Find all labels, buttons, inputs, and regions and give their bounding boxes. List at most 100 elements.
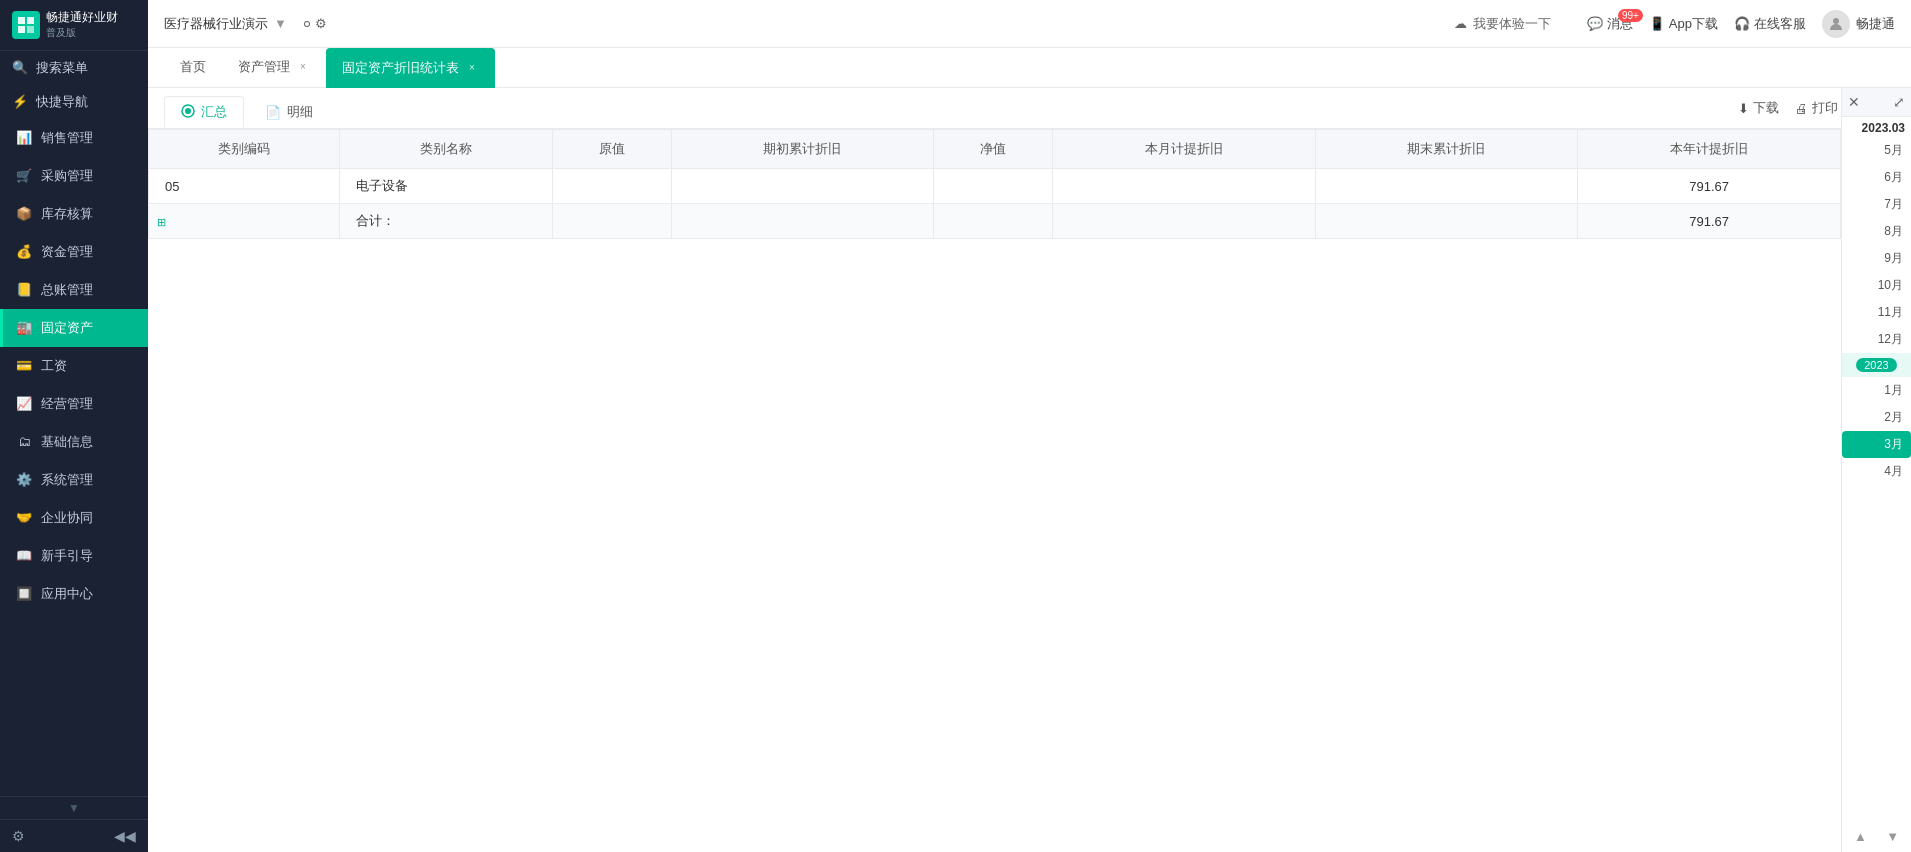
tab-asset-mgmt[interactable]: 资产管理 ×	[222, 48, 326, 88]
sidebar-search[interactable]: 🔍 搜索菜单	[0, 51, 148, 85]
basic-info-icon: 🗂	[15, 433, 33, 451]
date-item-11[interactable]: 11月	[1842, 299, 1911, 326]
col-header-monthly-depreciation: 本月计提折旧	[1053, 130, 1316, 169]
col-header-period-end-depreciation: 期末累计折旧	[1315, 130, 1578, 169]
logo-icon	[12, 11, 40, 39]
tab-depreciation-close[interactable]: ×	[465, 61, 479, 75]
sidebar-item-enterprise[interactable]: 🤝 企业协同	[0, 499, 148, 537]
year-2023-header[interactable]: 2023	[1842, 353, 1911, 377]
sub-tab-detail[interactable]: 📄 明细	[248, 96, 330, 128]
download-btn[interactable]: 📱 App下载	[1649, 15, 1718, 33]
collapse-button[interactable]: ◀◀	[114, 828, 136, 844]
date-item-12[interactable]: 12月	[1842, 326, 1911, 353]
date-list: 5月 6月 7月 8月 9月 10月 11月 12月 2023 1月 2月 3月…	[1842, 137, 1911, 852]
summary-tab-icon	[181, 104, 195, 121]
sub-tab-summary[interactable]: 汇总	[164, 96, 244, 128]
date-item-5[interactable]: 5月	[1842, 137, 1911, 164]
date-item-2023-3[interactable]: 3月	[1842, 431, 1911, 458]
sidebar-item-label: 工资	[41, 357, 67, 375]
summary-ytd-depreciation: 791.67	[1578, 204, 1841, 239]
message-icon: 💬	[1587, 16, 1603, 31]
sub-tabs: 汇总 📄 明细 ⬇ 下载 🖨 打印 ↻ 刷新	[148, 88, 1911, 129]
cell-category-code: 05	[149, 169, 340, 204]
sidebar-item-system[interactable]: ⚙️ 系统管理	[0, 461, 148, 499]
user-menu[interactable]: 畅捷通	[1822, 10, 1895, 38]
download-action-btn[interactable]: ⬇ 下载	[1738, 99, 1779, 117]
print-action-label: 打印	[1812, 99, 1838, 117]
date-item-7[interactable]: 7月	[1842, 191, 1911, 218]
sidebar-nav: 📊 销售管理 🛒 采购管理 📦 库存核算 💰 资金管理 📒 总账管理 🏭 固定资…	[0, 119, 148, 796]
date-nav-up[interactable]: ▲	[1850, 825, 1871, 848]
date-item-2023-2[interactable]: 2月	[1842, 404, 1911, 431]
panel-close-btn[interactable]: ✕	[1848, 94, 1860, 110]
sidebar-item-guide[interactable]: 📖 新手引导	[0, 537, 148, 575]
app-center-icon: 🔲	[15, 585, 33, 603]
sidebar-item-app-center[interactable]: 🔲 应用中心	[0, 575, 148, 613]
company-selector[interactable]: 医疗器械行业演示 ▼	[164, 15, 287, 33]
quicknav-label: 快捷导航	[36, 93, 88, 111]
print-action-btn[interactable]: 🖨 打印	[1795, 99, 1838, 117]
summary-row: ⊞ 合计： 791.67	[149, 204, 1841, 239]
user-avatar	[1822, 10, 1850, 38]
logo-area: 畅捷通好业财 普及版	[0, 0, 148, 51]
summary-icon: ⊞	[149, 204, 340, 239]
sidebar-quicknav[interactable]: ⚡ 快捷导航	[0, 85, 148, 119]
date-item-10[interactable]: 10月	[1842, 272, 1911, 299]
content-area: 汇总 📄 明细 ⬇ 下载 🖨 打印 ↻ 刷新	[148, 88, 1911, 852]
date-item-8[interactable]: 8月	[1842, 218, 1911, 245]
sidebar-item-basic-info[interactable]: 🗂 基础信息	[0, 423, 148, 461]
sidebar-item-ledger[interactable]: 📒 总账管理	[0, 271, 148, 309]
tab-depreciation-label: 固定资产折旧统计表	[342, 59, 459, 77]
scroll-down-arrow[interactable]: ▼	[68, 801, 80, 815]
sidebar-item-label: 应用中心	[41, 585, 93, 603]
payroll-icon: 💳	[15, 357, 33, 375]
sidebar-item-operations[interactable]: 📈 经营管理	[0, 385, 148, 423]
print-action-icon: 🖨	[1795, 101, 1808, 116]
sub-tab-detail-label: 明细	[287, 103, 313, 121]
sidebar-item-sales[interactable]: 📊 销售管理	[0, 119, 148, 157]
operations-icon: 📈	[15, 395, 33, 413]
sidebar-item-purchase[interactable]: 🛒 采购管理	[0, 157, 148, 195]
app-title: 畅捷通好业财	[46, 10, 118, 26]
tab-asset-mgmt-close[interactable]: ×	[296, 60, 310, 74]
sidebar-footer: ⚙ ◀◀	[0, 819, 148, 852]
experience-btn[interactable]: ☁ 我要体验一下	[1446, 11, 1559, 37]
sidebar-item-payroll[interactable]: 💳 工资	[0, 347, 148, 385]
sidebar-item-label: 新手引导	[41, 547, 93, 565]
tab-home[interactable]: 首页	[164, 48, 222, 88]
date-item-9[interactable]: 9月	[1842, 245, 1911, 272]
cell-ytd-depreciation: 791.67	[1578, 169, 1841, 204]
sidebar-item-fixed-assets[interactable]: 🏭 固定资产	[0, 309, 148, 347]
cell-category-name: 电子设备	[339, 169, 552, 204]
sidebar: 畅捷通好业财 普及版 🔍 搜索菜单 ⚡ 快捷导航 📊 销售管理 🛒 采购管理 📦…	[0, 0, 148, 852]
current-period-label: 2023.03	[1842, 117, 1911, 137]
sidebar-item-finance[interactable]: 💰 资金管理	[0, 233, 148, 271]
panel-expand-btn[interactable]: ⤢	[1893, 94, 1905, 110]
enterprise-icon: 🤝	[15, 509, 33, 527]
sub-tab-summary-label: 汇总	[201, 103, 227, 121]
date-item-6[interactable]: 6月	[1842, 164, 1911, 191]
date-nav-down[interactable]: ▼	[1882, 825, 1903, 848]
sidebar-item-label: 基础信息	[41, 433, 93, 451]
sidebar-item-label: 企业协同	[41, 509, 93, 527]
svg-point-4	[1833, 18, 1839, 24]
date-item-2023-1[interactable]: 1月	[1842, 377, 1911, 404]
cell-accumulated-depreciation	[671, 169, 934, 204]
col-header-category-name: 类别名称	[339, 130, 552, 169]
sidebar-item-inventory[interactable]: 📦 库存核算	[0, 195, 148, 233]
quicknav-icon: ⚡	[12, 94, 28, 109]
col-header-original-value: 原值	[552, 130, 671, 169]
sidebar-item-label: 固定资产	[41, 319, 93, 337]
sidebar-item-label: 采购管理	[41, 167, 93, 185]
service-btn[interactable]: 🎧 在线客服	[1734, 15, 1806, 33]
settings-button[interactable]: ⚙	[299, 10, 327, 38]
svg-point-6	[185, 108, 191, 114]
detail-tab-icon: 📄	[265, 105, 281, 120]
tab-depreciation[interactable]: 固定资产折旧统计表 ×	[326, 48, 495, 88]
date-item-2023-4[interactable]: 4月	[1842, 458, 1911, 485]
sidebar-item-label: 经营管理	[41, 395, 93, 413]
settings-button[interactable]: ⚙	[12, 828, 25, 844]
messages-btn[interactable]: 💬 消息 99+	[1587, 15, 1633, 33]
svg-rect-3	[27, 26, 34, 33]
col-header-ytd-depreciation: 本年计提折旧	[1578, 130, 1841, 169]
